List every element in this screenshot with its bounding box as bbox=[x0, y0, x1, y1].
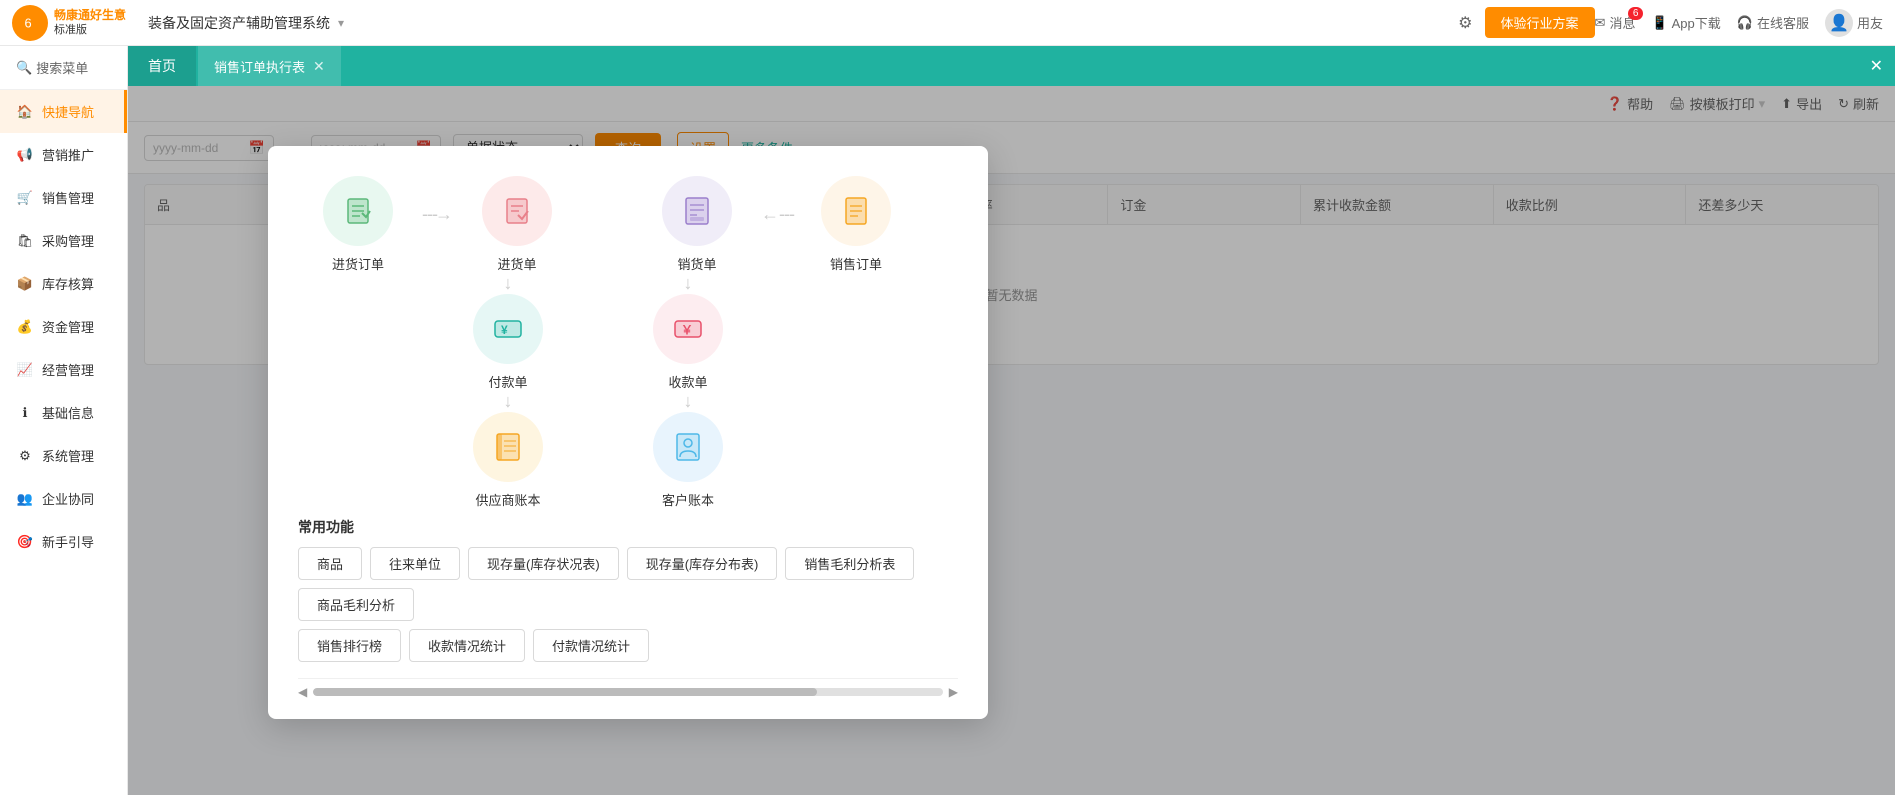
func-buttons-row2: 销售排行榜 收款情况统计 付款情况统计 bbox=[298, 629, 958, 662]
search-menu-btn[interactable]: 🔍 搜索菜单 bbox=[8, 54, 119, 81]
sale-bill-icon bbox=[662, 176, 732, 246]
func-btn-counterpart[interactable]: 往来单位 bbox=[370, 547, 460, 580]
sidebar-item-inventory[interactable]: 📦 库存核算 bbox=[0, 262, 127, 305]
scrollbar-track[interactable] bbox=[313, 688, 943, 696]
flow-diagram: 进货订单 - - - → bbox=[298, 176, 958, 509]
avatar: 👤 bbox=[1825, 9, 1853, 37]
modal-overlay: 进货订单 - - - → bbox=[128, 86, 1895, 795]
system-dropdown-icon[interactable]: ▾ bbox=[338, 16, 344, 30]
message-btn[interactable]: ✉ 消息 6 bbox=[1595, 13, 1636, 32]
sidebar-item-marketing[interactable]: 📢 营销推广 bbox=[0, 133, 127, 176]
purchase-bill-icon bbox=[482, 176, 552, 246]
arrow-sale-order-to-bill: ← - - - bbox=[757, 204, 796, 225]
sidebar-item-system[interactable]: ⚙ 系统管理 bbox=[0, 434, 127, 477]
func-btn-sales-ranking[interactable]: 销售排行榜 bbox=[298, 629, 401, 662]
arrow-down-purchase: ↓ bbox=[448, 273, 568, 294]
top-bar: 6 畅康通好生意 标准版 装备及固定资产辅助管理系统 ▾ ⚙ 体验行业方案 ✉ … bbox=[0, 0, 1895, 46]
search-icon: 🔍 bbox=[16, 60, 32, 76]
receipt-bill-icon: ￥ bbox=[653, 294, 723, 364]
sidebar-item-quick-nav[interactable]: 🏠 快捷导航 bbox=[0, 90, 127, 133]
chart-icon: 📈 bbox=[16, 361, 34, 379]
func-btn-product-gross[interactable]: 商品毛利分析 bbox=[298, 588, 414, 621]
sidebar-item-finance[interactable]: 💰 资金管理 bbox=[0, 305, 127, 348]
bag-icon: 🛍 bbox=[16, 232, 34, 250]
settings-icon[interactable]: ⚙ bbox=[1458, 13, 1472, 33]
func-btn-stock-status[interactable]: 现存量(库存状况表) bbox=[468, 547, 619, 580]
svg-text:￥: ￥ bbox=[681, 323, 693, 337]
guide-icon: 🎯 bbox=[16, 533, 34, 551]
receipt-bill-node[interactable]: ￥ 收款单 bbox=[628, 294, 748, 391]
gear-icon: ⚙ bbox=[16, 447, 34, 465]
supplier-ledger-icon bbox=[473, 412, 543, 482]
sidebar-item-collab[interactable]: 👥 企业协同 bbox=[0, 477, 127, 520]
logo-icon: 6 bbox=[12, 5, 48, 41]
svg-text:6: 6 bbox=[25, 15, 32, 30]
tab-sales-order[interactable]: 销售订单执行表 ✕ bbox=[198, 46, 341, 86]
logo-area: 6 畅康通好生意 标准版 bbox=[12, 5, 140, 41]
supplier-ledger-node[interactable]: 供应商账本 bbox=[448, 412, 568, 509]
wallet-icon: 💰 bbox=[16, 318, 34, 336]
sidebar-search: 🔍 搜索菜单 bbox=[0, 46, 127, 90]
arrow-purchase-order-to-bill: - - - → bbox=[418, 204, 457, 225]
info-icon: ℹ bbox=[16, 404, 34, 422]
main-area: 🔍 搜索菜单 🏠 快捷导航 📢 营销推广 🛒 销售管理 🛍 bbox=[0, 46, 1895, 795]
func-btn-payment-stats[interactable]: 付款情况统计 bbox=[533, 629, 649, 662]
page-content: ❓ 帮助 🖨 按模板打印 ▾ ⬆ 导出 ↻ 刷新 bbox=[128, 86, 1895, 795]
top-right: ✉ 消息 6 📱 App下载 🎧 在线客服 👤 用友 bbox=[1595, 9, 1883, 37]
arrow-down-receipt: ↓ bbox=[628, 391, 748, 412]
tab-close-icon[interactable]: ✕ bbox=[313, 58, 325, 75]
sale-order-icon bbox=[821, 176, 891, 246]
team-icon: 👥 bbox=[16, 490, 34, 508]
message-icon: ✉ bbox=[1595, 15, 1606, 31]
func-btn-stock-dist[interactable]: 现存量(库存分布表) bbox=[627, 547, 778, 580]
sale-order-node[interactable]: 销售订单 bbox=[796, 176, 916, 273]
arrow-down-sale: ↓ bbox=[628, 273, 748, 294]
sidebar-item-guide[interactable]: 🎯 新手引导 bbox=[0, 520, 127, 563]
cart-icon: 🛒 bbox=[16, 189, 34, 207]
scroll-left-icon[interactable]: ◀ bbox=[298, 685, 307, 699]
sale-bill-node[interactable]: 销货单 bbox=[637, 176, 757, 273]
home-icon: 🏠 bbox=[16, 103, 34, 121]
headset-icon: 🎧 bbox=[1737, 15, 1753, 31]
purchase-bill-node[interactable]: 进货单 bbox=[457, 176, 577, 273]
svg-text:¥: ¥ bbox=[501, 323, 508, 337]
purchase-order-icon bbox=[323, 176, 393, 246]
sidebar-item-sales[interactable]: 🛒 销售管理 bbox=[0, 176, 127, 219]
logo-text: 畅康通好生意 标准版 bbox=[54, 8, 126, 38]
func-btn-sales-gross[interactable]: 销售毛利分析表 bbox=[785, 547, 914, 580]
tab-bar: 首页 销售订单执行表 ✕ ✕ bbox=[128, 46, 1895, 86]
common-funcs: 常用功能 商品 往来单位 现存量(库存状况表) 现存量(库存分布表) 销售毛利分… bbox=[298, 517, 958, 662]
sidebar: 🔍 搜索菜单 🏠 快捷导航 📢 营销推广 🛒 销售管理 🛍 bbox=[0, 46, 128, 795]
customer-ledger-node[interactable]: 客户账本 bbox=[628, 412, 748, 509]
speaker-icon: 📢 bbox=[16, 146, 34, 164]
user-menu-btn[interactable]: 👤 用友 bbox=[1825, 9, 1883, 37]
modal-scrollbar: ◀ ▶ bbox=[298, 678, 958, 699]
payment-bill-icon: ¥ bbox=[473, 294, 543, 364]
app-download-btn[interactable]: 📱 App下载 bbox=[1651, 13, 1720, 32]
sidebar-nav: 🏠 快捷导航 📢 营销推广 🛒 销售管理 🛍 采购管理 📦 库存核 bbox=[0, 90, 127, 795]
tab-bar-close-icon[interactable]: ✕ bbox=[1870, 56, 1883, 76]
online-service-btn[interactable]: 🎧 在线客服 bbox=[1737, 13, 1809, 32]
sidebar-item-operation[interactable]: 📈 经营管理 bbox=[0, 348, 127, 391]
common-funcs-title: 常用功能 bbox=[298, 517, 958, 537]
system-title: 装备及固定资产辅助管理系统 ▾ bbox=[140, 13, 1446, 33]
phone-icon: 📱 bbox=[1651, 15, 1667, 31]
arrow-down-payment: ↓ bbox=[448, 391, 568, 412]
customer-ledger-icon bbox=[653, 412, 723, 482]
scroll-right-icon[interactable]: ▶ bbox=[949, 685, 958, 699]
payment-bill-node[interactable]: ¥ 付款单 bbox=[448, 294, 568, 391]
app-container: 6 畅康通好生意 标准版 装备及固定资产辅助管理系统 ▾ ⚙ 体验行业方案 ✉ … bbox=[0, 0, 1895, 795]
box-icon: 📦 bbox=[16, 275, 34, 293]
tab-home[interactable]: 首页 bbox=[128, 46, 196, 86]
sidebar-item-purchase[interactable]: 🛍 采购管理 bbox=[0, 219, 127, 262]
func-btn-product[interactable]: 商品 bbox=[298, 547, 362, 580]
sidebar-item-basic[interactable]: ℹ 基础信息 bbox=[0, 391, 127, 434]
scrollbar-thumb bbox=[313, 688, 817, 696]
flow-modal: 进货订单 - - - → bbox=[268, 146, 988, 719]
func-buttons: 商品 往来单位 现存量(库存状况表) 现存量(库存分布表) 销售毛利分析表 商品… bbox=[298, 547, 958, 621]
purchase-order-node[interactable]: 进货订单 bbox=[298, 176, 418, 273]
func-btn-receipt-stats[interactable]: 收款情况统计 bbox=[409, 629, 525, 662]
experience-btn[interactable]: 体验行业方案 bbox=[1485, 7, 1595, 38]
content-area: 首页 销售订单执行表 ✕ ✕ ❓ 帮助 🖨 bbox=[128, 46, 1895, 795]
